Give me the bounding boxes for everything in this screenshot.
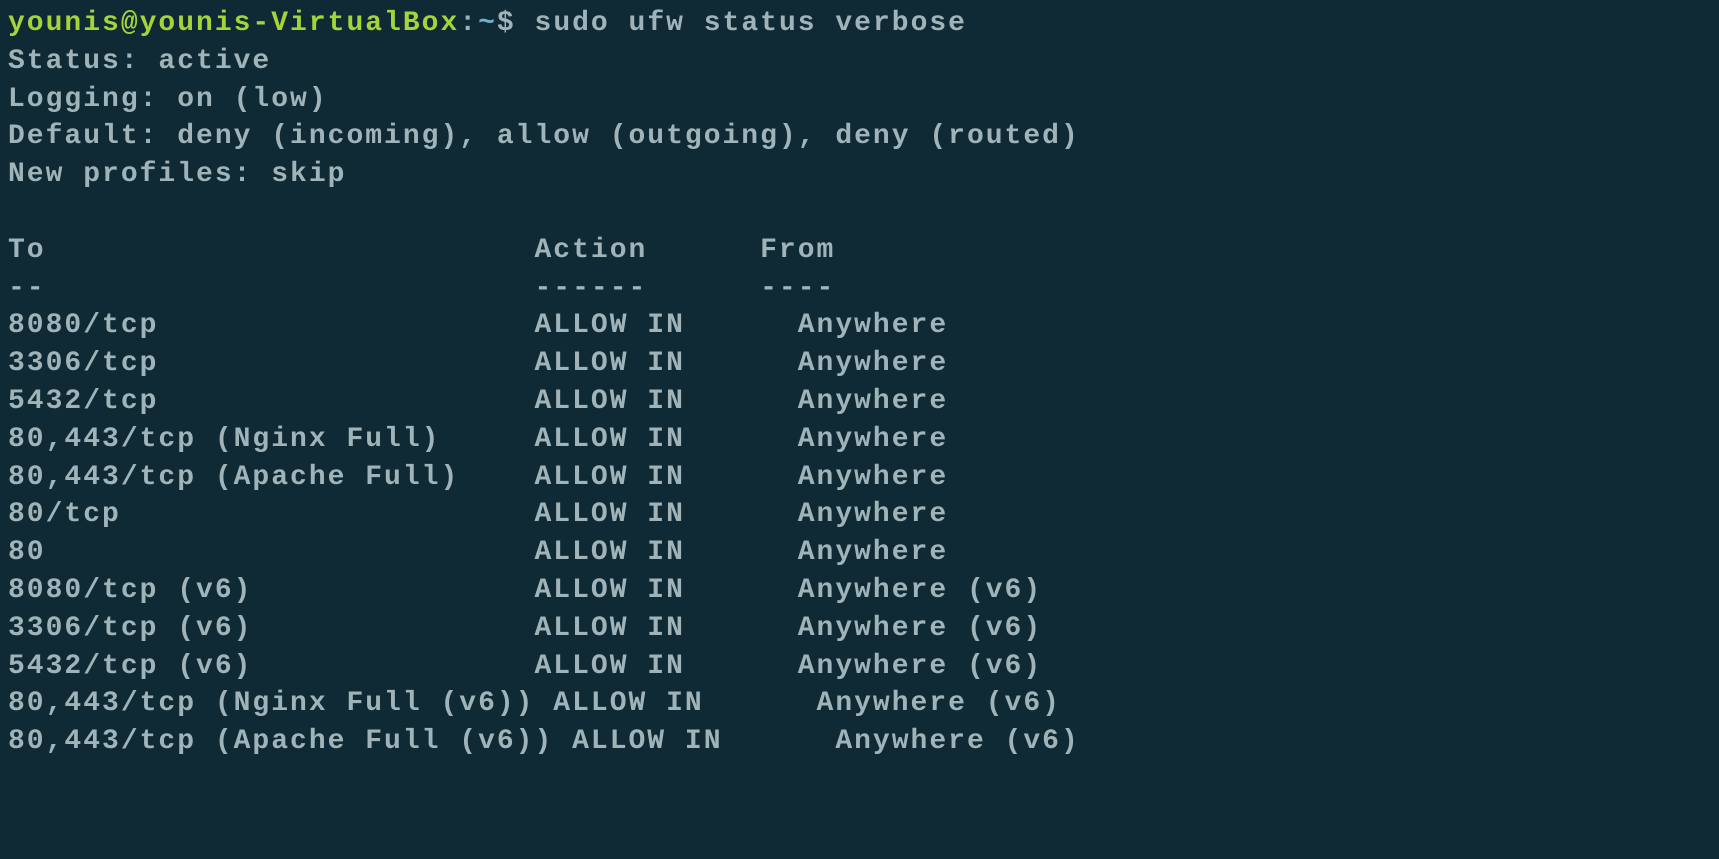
prompt-line[interactable]: younis@younis-VirtualBox:~$ sudo ufw sta… [8, 5, 1711, 43]
status-line-0: Status: active [8, 43, 1711, 81]
status-line-3: New profiles: skip [8, 156, 1711, 194]
blank-line [8, 194, 1711, 232]
status-line-2: Default: deny (incoming), allow (outgoin… [8, 118, 1711, 156]
status-line-1: Logging: on (low) [8, 81, 1711, 119]
firewall-rules-table: To Action From -- ------ ---- 8080/tcp A… [8, 232, 1711, 761]
prompt-dollar: $ [497, 8, 516, 39]
prompt-path: ~ [478, 8, 497, 39]
command-text: sudo ufw status verbose [535, 8, 967, 39]
prompt-user-host: younis@younis-VirtualBox [8, 8, 459, 39]
prompt-separator: : [459, 8, 478, 39]
terminal-output: younis@younis-VirtualBox:~$ sudo ufw sta… [8, 5, 1711, 761]
